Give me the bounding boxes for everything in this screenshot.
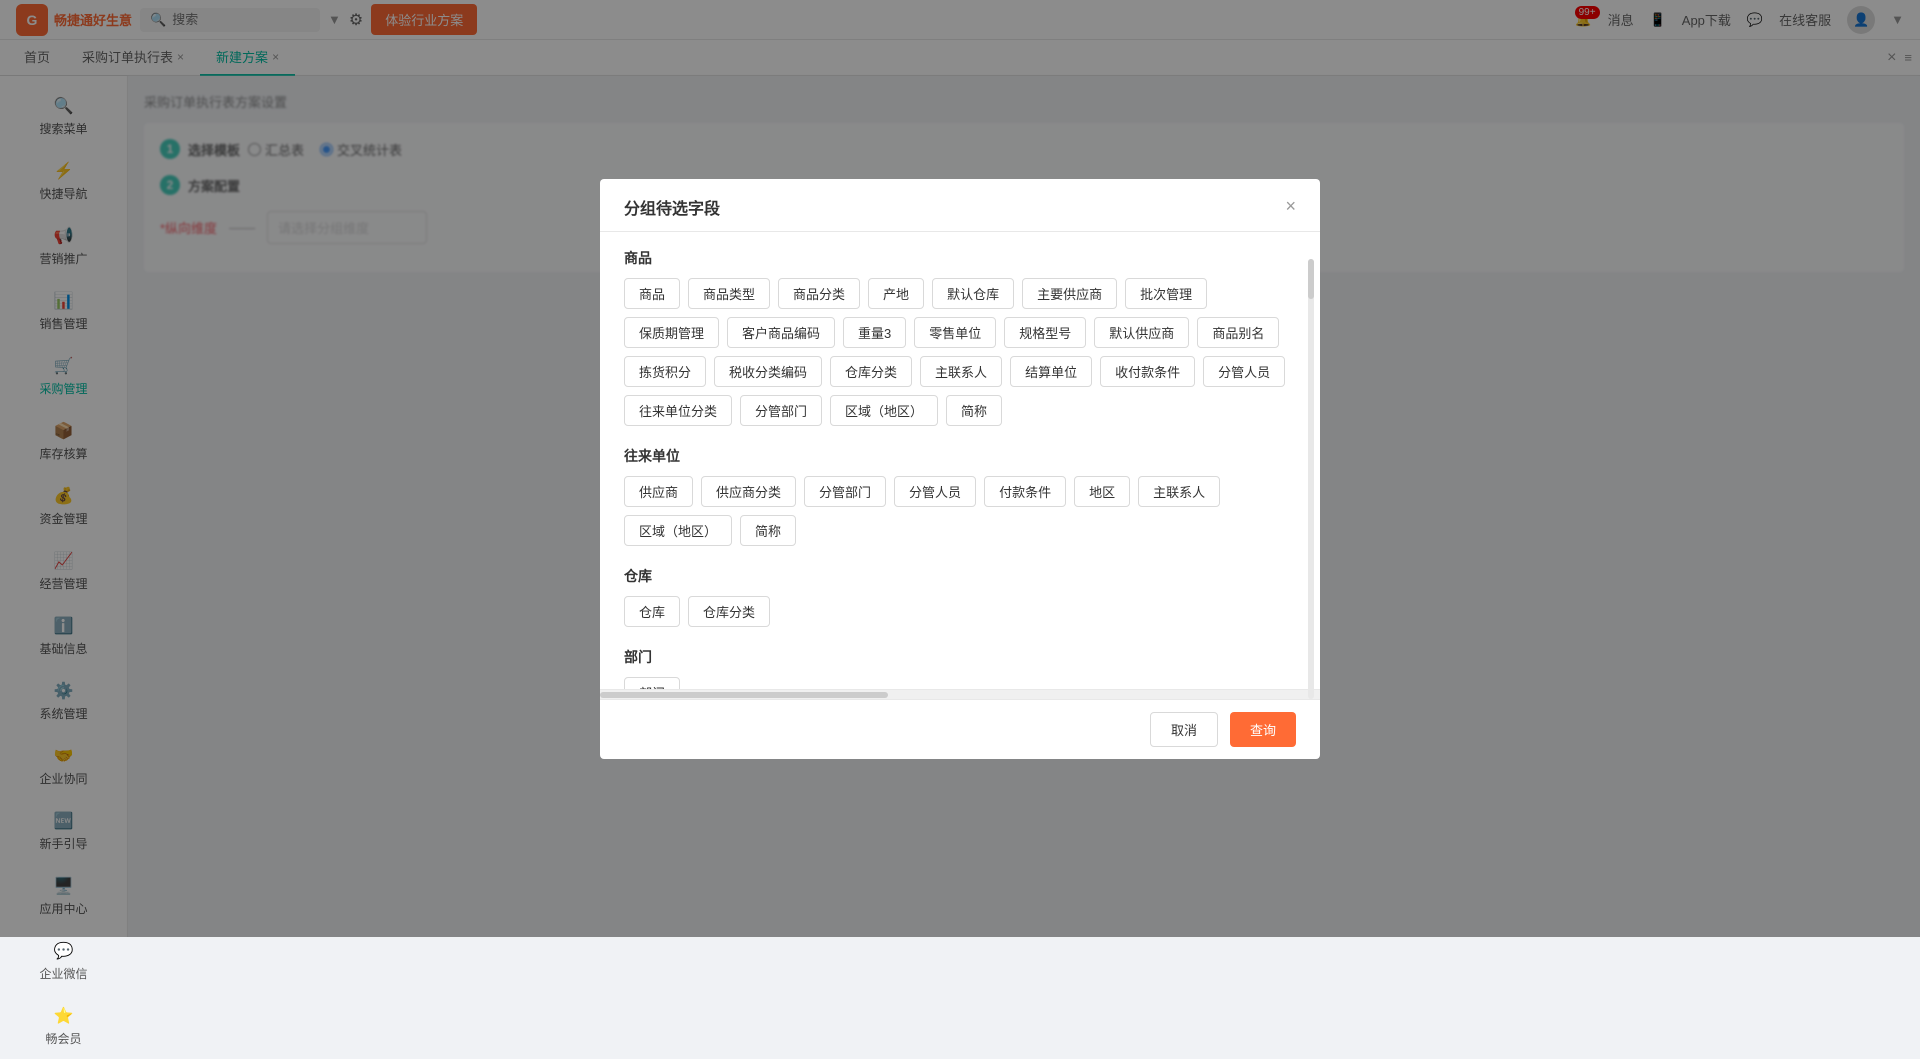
modal-header: 分组待选字段 × (600, 179, 1320, 232)
field-tag-partner-category[interactable]: 往来单位分类 (624, 395, 732, 426)
field-select-modal: 分组待选字段 × 商品 商品 商品类型 商品分类 产地 默认仓库 主要供应商 批… (600, 179, 1320, 759)
field-tag-dept[interactable]: 部门 (624, 677, 680, 689)
sidebar-item-wechat[interactable]: 💬 企业微信 (0, 929, 127, 994)
warehouse-fields: 仓库 仓库分类 (624, 596, 1296, 627)
modal-vertical-scrollbar[interactable] (1308, 259, 1314, 699)
field-tag-goods[interactable]: 商品 (624, 278, 680, 309)
field-tag-main-supplier[interactable]: 主要供应商 (1022, 278, 1117, 309)
modal-footer: 取消 查询 (600, 699, 1320, 759)
field-tag-spec-model[interactable]: 规格型号 (1004, 317, 1086, 348)
field-tag-weight3[interactable]: 重量3 (843, 317, 906, 348)
dept-group-title: 部门 (624, 647, 1296, 667)
field-tag-dept-managed[interactable]: 分管部门 (740, 395, 822, 426)
field-tag-default-warehouse[interactable]: 默认仓库 (932, 278, 1014, 309)
sidebar-item-wechat-label: 企业微信 (39, 965, 87, 982)
field-group-goods: 商品 商品 商品类型 商品分类 产地 默认仓库 主要供应商 批次管理 保质期管理… (624, 248, 1296, 426)
modal-cancel-button[interactable]: 取消 (1150, 712, 1218, 747)
field-tag-area[interactable]: 地区 (1074, 476, 1130, 507)
field-tag-managed-dept[interactable]: 分管部门 (804, 476, 886, 507)
modal-horizontal-scrollbar[interactable] (600, 689, 1320, 699)
field-tag-pick-points[interactable]: 拣货积分 (624, 356, 706, 387)
field-tag-retail-unit[interactable]: 零售单位 (914, 317, 996, 348)
modal-vscroll-thumb (1308, 259, 1314, 299)
modal-overlay: 分组待选字段 × 商品 商品 商品类型 商品分类 产地 默认仓库 主要供应商 批… (0, 0, 1920, 937)
modal-close-button[interactable]: × (1285, 196, 1296, 217)
warehouse-group-title: 仓库 (624, 566, 1296, 586)
modal-title: 分组待选字段 (624, 195, 720, 219)
partner-group-title: 往来单位 (624, 446, 1296, 466)
field-tag-warehouse[interactable]: 仓库 (624, 596, 680, 627)
field-tag-short-name2[interactable]: 简称 (740, 515, 796, 546)
field-tag-goods-alias[interactable]: 商品别名 (1197, 317, 1279, 348)
field-group-warehouse: 仓库 仓库 仓库分类 (624, 566, 1296, 627)
field-tag-origin[interactable]: 产地 (868, 278, 924, 309)
goods-fields: 商品 商品类型 商品分类 产地 默认仓库 主要供应商 批次管理 保质期管理 客户… (624, 278, 1296, 426)
field-group-dept: 部门 部门 (624, 647, 1296, 689)
modal-body: 商品 商品 商品类型 商品分类 产地 默认仓库 主要供应商 批次管理 保质期管理… (600, 232, 1320, 689)
sidebar-item-member[interactable]: ⭐ 畅会员 (0, 994, 127, 1059)
field-tag-main-contact[interactable]: 主联系人 (920, 356, 1002, 387)
field-tag-payment-terms[interactable]: 收付款条件 (1100, 356, 1195, 387)
field-tag-default-supplier[interactable]: 默认供应商 (1094, 317, 1189, 348)
field-tag-supplier-category[interactable]: 供应商分类 (701, 476, 796, 507)
wechat-icon: 💬 (54, 941, 74, 961)
dept-fields: 部门 (624, 677, 1296, 689)
field-tag-main-contact2[interactable]: 主联系人 (1138, 476, 1220, 507)
goods-group-title: 商品 (624, 248, 1296, 268)
field-tag-tax-code[interactable]: 税收分类编码 (714, 356, 822, 387)
field-group-partner: 往来单位 供应商 供应商分类 分管部门 分管人员 付款条件 地区 主联系人 区域… (624, 446, 1296, 546)
field-tag-warehouse-cat[interactable]: 仓库分类 (688, 596, 770, 627)
sidebar-item-member-label: 畅会员 (45, 1030, 81, 1047)
field-tag-supplier[interactable]: 供应商 (624, 476, 693, 507)
field-tag-customer-code[interactable]: 客户商品编码 (727, 317, 835, 348)
field-tag-goods-category[interactable]: 商品分类 (778, 278, 860, 309)
field-tag-region[interactable]: 区域（地区） (830, 395, 938, 426)
field-tag-managed-person[interactable]: 分管人员 (894, 476, 976, 507)
member-icon: ⭐ (54, 1006, 74, 1026)
partner-fields: 供应商 供应商分类 分管部门 分管人员 付款条件 地区 主联系人 区域（地区） … (624, 476, 1296, 546)
field-tag-region2[interactable]: 区域（地区） (624, 515, 732, 546)
field-tag-warehouse-category[interactable]: 仓库分类 (830, 356, 912, 387)
modal-confirm-button[interactable]: 查询 (1230, 712, 1296, 747)
modal-hscroll-thumb (600, 692, 888, 698)
field-tag-short-name[interactable]: 简称 (946, 395, 1002, 426)
field-tag-shelf-life[interactable]: 保质期管理 (624, 317, 719, 348)
field-tag-settlement-unit[interactable]: 结算单位 (1010, 356, 1092, 387)
field-tag-supervisor[interactable]: 分管人员 (1203, 356, 1285, 387)
field-tag-goods-type[interactable]: 商品类型 (688, 278, 770, 309)
field-tag-batch-mgmt[interactable]: 批次管理 (1125, 278, 1207, 309)
field-tag-payment-condition[interactable]: 付款条件 (984, 476, 1066, 507)
